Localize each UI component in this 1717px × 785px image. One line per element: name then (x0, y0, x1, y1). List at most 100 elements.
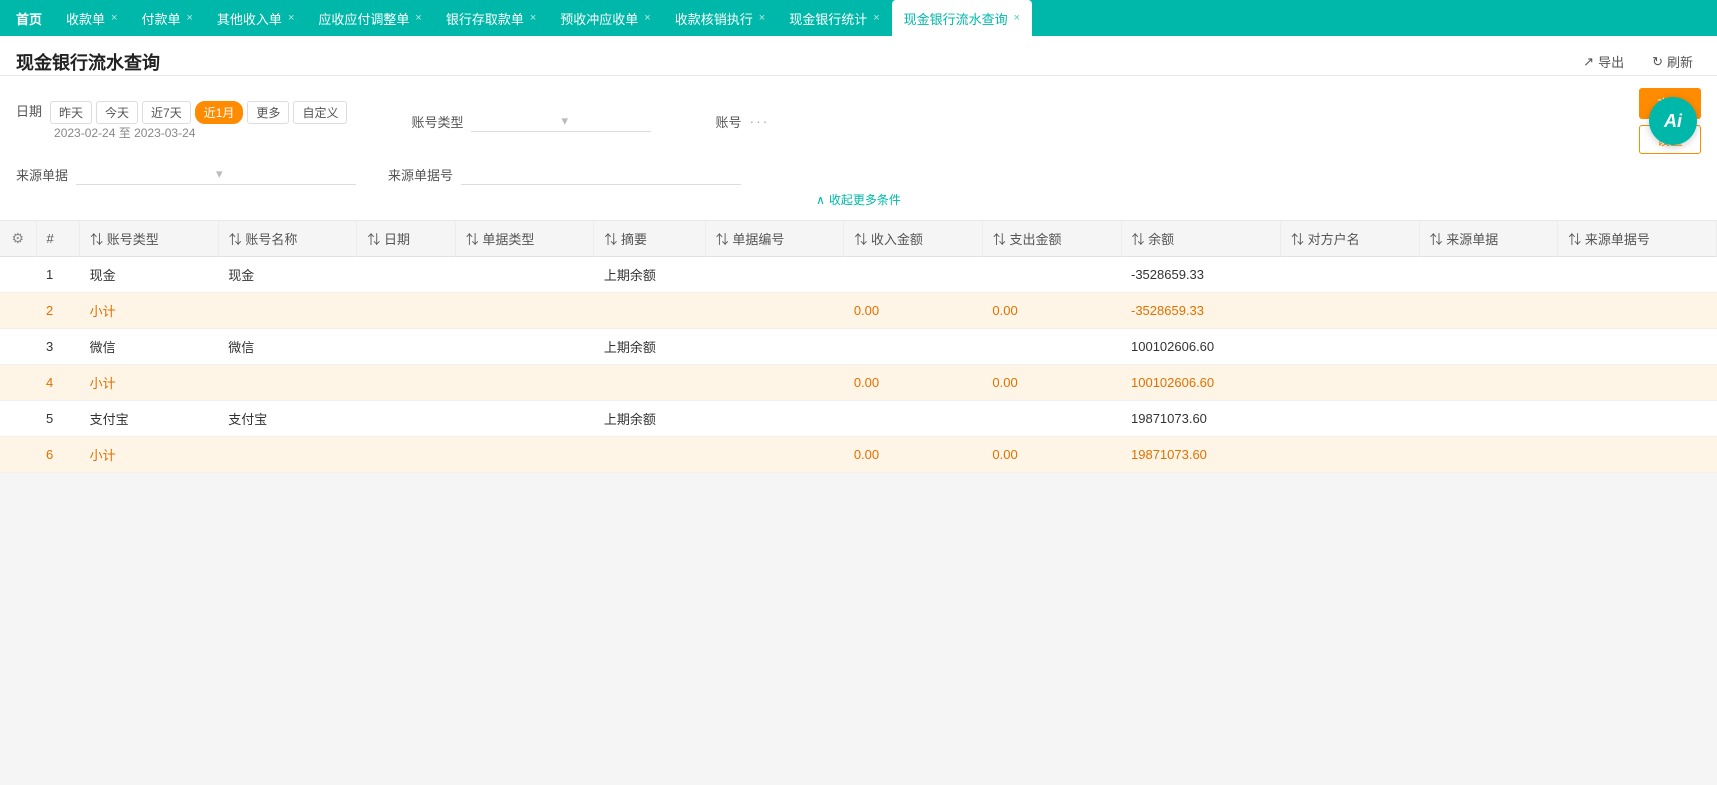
filter-row-2: 来源单据 ▾ 来源单据号 (16, 164, 1701, 185)
source-doc-num-input[interactable] (461, 165, 741, 185)
table-row: 3微信微信上期余额100102606.60 (0, 329, 1717, 365)
col-index: # (36, 221, 80, 257)
cell-source-doc (1419, 365, 1558, 401)
cell-account-name (218, 437, 357, 473)
cell-expense (982, 401, 1121, 437)
cell-gear (0, 401, 36, 437)
date-btn-yesterday[interactable]: 昨天 (50, 101, 92, 124)
cell-income: 0.00 (844, 437, 983, 473)
nav-home[interactable]: 首页 (4, 0, 54, 36)
chevron-down-icon: ▾ (561, 113, 647, 129)
cell-counterpart (1281, 257, 1420, 293)
cell-index: 1 (36, 257, 80, 293)
col-income[interactable]: ⇅ 收入金额 (844, 221, 983, 257)
cell-counterpart (1281, 293, 1420, 329)
cell-account-name: 微信 (218, 329, 357, 365)
cell-counterpart (1281, 329, 1420, 365)
col-summary[interactable]: ⇅ 摘要 (594, 221, 705, 257)
col-date[interactable]: ⇅ 日期 (357, 221, 455, 257)
date-btn-custom[interactable]: 自定义 (293, 101, 347, 124)
col-source-doc[interactable]: ⇅ 来源单据 (1419, 221, 1558, 257)
collapse-bar[interactable]: ∧ 收起更多条件 (16, 185, 1701, 208)
cell-doc-type (455, 365, 594, 401)
export-button[interactable]: ↗ 导出 (1575, 48, 1632, 75)
cell-expense: 0.00 (982, 293, 1121, 329)
date-btn-today[interactable]: 今天 (96, 101, 138, 124)
close-icon[interactable]: × (288, 12, 294, 24)
ai-assistant-button[interactable]: Ai (1649, 97, 1697, 145)
cell-gear (0, 329, 36, 365)
cell-income (844, 329, 983, 365)
cell-income (844, 257, 983, 293)
source-doc-label: 来源单据 (16, 165, 68, 184)
close-icon[interactable]: × (530, 12, 536, 24)
nav-tab-bank-stats[interactable]: 现金银行统计 × (777, 0, 891, 36)
nav-tab-prepay-offset[interactable]: 预收冲应收单 × (548, 0, 662, 36)
chevron-down-icon: ▾ (216, 166, 352, 182)
cell-source-doc-no (1558, 437, 1717, 473)
nav-tab-label: 收款单 (66, 9, 105, 28)
col-doc-no[interactable]: ⇅ 单据编号 (705, 221, 844, 257)
col-doc-type[interactable]: ⇅ 单据类型 (455, 221, 594, 257)
col-source-doc-no[interactable]: ⇅ 来源单据号 (1558, 221, 1717, 257)
cell-summary: 上期余额 (594, 401, 705, 437)
nav-tab-payments[interactable]: 付款单 × (129, 0, 204, 36)
close-icon[interactable]: × (873, 12, 879, 24)
cell-doc-type (455, 437, 594, 473)
date-btn-7days[interactable]: 近7天 (142, 101, 191, 124)
date-btn-more[interactable]: 更多 (247, 101, 289, 124)
cell-date (357, 401, 455, 437)
nav-tab-receipt-exec[interactable]: 收款核销执行 × (663, 0, 777, 36)
close-icon[interactable]: × (415, 12, 421, 24)
nav-tab-receipts[interactable]: 收款单 × (54, 0, 129, 36)
nav-tab-label: 现金银行统计 (789, 9, 867, 28)
date-btn-row: 昨天 今天 近7天 近1月 更多 自定义 (50, 101, 347, 124)
source-doc-select[interactable]: ▾ (76, 164, 356, 185)
cell-doc-type (455, 329, 594, 365)
cell-account-type: 小计 (80, 365, 219, 401)
nav-tab-bank-deposit[interactable]: 银行存取款单 × (434, 0, 548, 36)
date-btn-1month[interactable]: 近1月 (195, 101, 244, 124)
col-account-type[interactable]: ⇅ 账号类型 (80, 221, 219, 257)
cell-index: 5 (36, 401, 80, 437)
nav-tab-other-income[interactable]: 其他收入单 × (205, 0, 306, 36)
cell-balance: 100102606.60 (1121, 365, 1281, 401)
gear-icon[interactable]: ⚙ (11, 230, 24, 246)
cell-source-doc (1419, 257, 1558, 293)
refresh-button[interactable]: ↻ 刷新 (1644, 48, 1701, 75)
table-area: ⚙ # ⇅ 账号类型 ⇅ 账号名称 ⇅ 日期 ⇅ 单据类型 ⇅ 摘要 ⇅ 单据编… (0, 221, 1717, 473)
cell-account-type: 支付宝 (80, 401, 219, 437)
date-range-display: 2023-02-24 至 2023-03-24 (54, 124, 347, 141)
cell-income: 0.00 (844, 293, 983, 329)
close-icon[interactable]: × (111, 12, 117, 24)
account-type-select[interactable]: ▾ (471, 111, 651, 132)
cell-source-doc-no (1558, 293, 1717, 329)
cell-counterpart (1281, 401, 1420, 437)
refresh-icon: ↻ (1652, 54, 1663, 70)
table-body: 1现金现金上期余额-3528659.332小计0.000.00-3528659.… (0, 257, 1717, 473)
ai-label: Ai (1664, 111, 1682, 132)
table-row: 1现金现金上期余额-3528659.33 (0, 257, 1717, 293)
close-icon[interactable]: × (186, 12, 192, 24)
table-header-row: ⚙ # ⇅ 账号类型 ⇅ 账号名称 ⇅ 日期 ⇅ 单据类型 ⇅ 摘要 ⇅ 单据编… (0, 221, 1717, 257)
cell-balance: 19871073.60 (1121, 437, 1281, 473)
col-gear[interactable]: ⚙ (0, 221, 36, 257)
source-doc-num-filter: 来源单据号 (388, 165, 741, 185)
nav-tab-bank-flow[interactable]: 现金银行流水查询 × (892, 0, 1032, 36)
cell-counterpart (1281, 437, 1420, 473)
col-account-name[interactable]: ⇅ 账号名称 (218, 221, 357, 257)
col-balance[interactable]: ⇅ 余额 (1121, 221, 1281, 257)
more-options-icon[interactable]: ··· (749, 113, 769, 129)
close-icon[interactable]: × (644, 12, 650, 24)
close-icon[interactable]: × (759, 12, 765, 24)
nav-tab-ar-ap[interactable]: 应收应付调整单 × (306, 0, 433, 36)
cell-gear (0, 293, 36, 329)
col-counterpart[interactable]: ⇅ 对方户名 (1281, 221, 1420, 257)
nav-tab-label: 现金银行流水查询 (904, 9, 1008, 28)
col-expense[interactable]: ⇅ 支出金额 (982, 221, 1121, 257)
close-icon[interactable]: × (1014, 12, 1020, 24)
filter-area: 日期 昨天 今天 近7天 近1月 更多 自定义 2023-02-24 至 202… (0, 76, 1717, 221)
header-actions: ↗ 导出 ↻ 刷新 (1575, 48, 1701, 75)
cell-doc-no (705, 365, 844, 401)
cell-gear (0, 365, 36, 401)
